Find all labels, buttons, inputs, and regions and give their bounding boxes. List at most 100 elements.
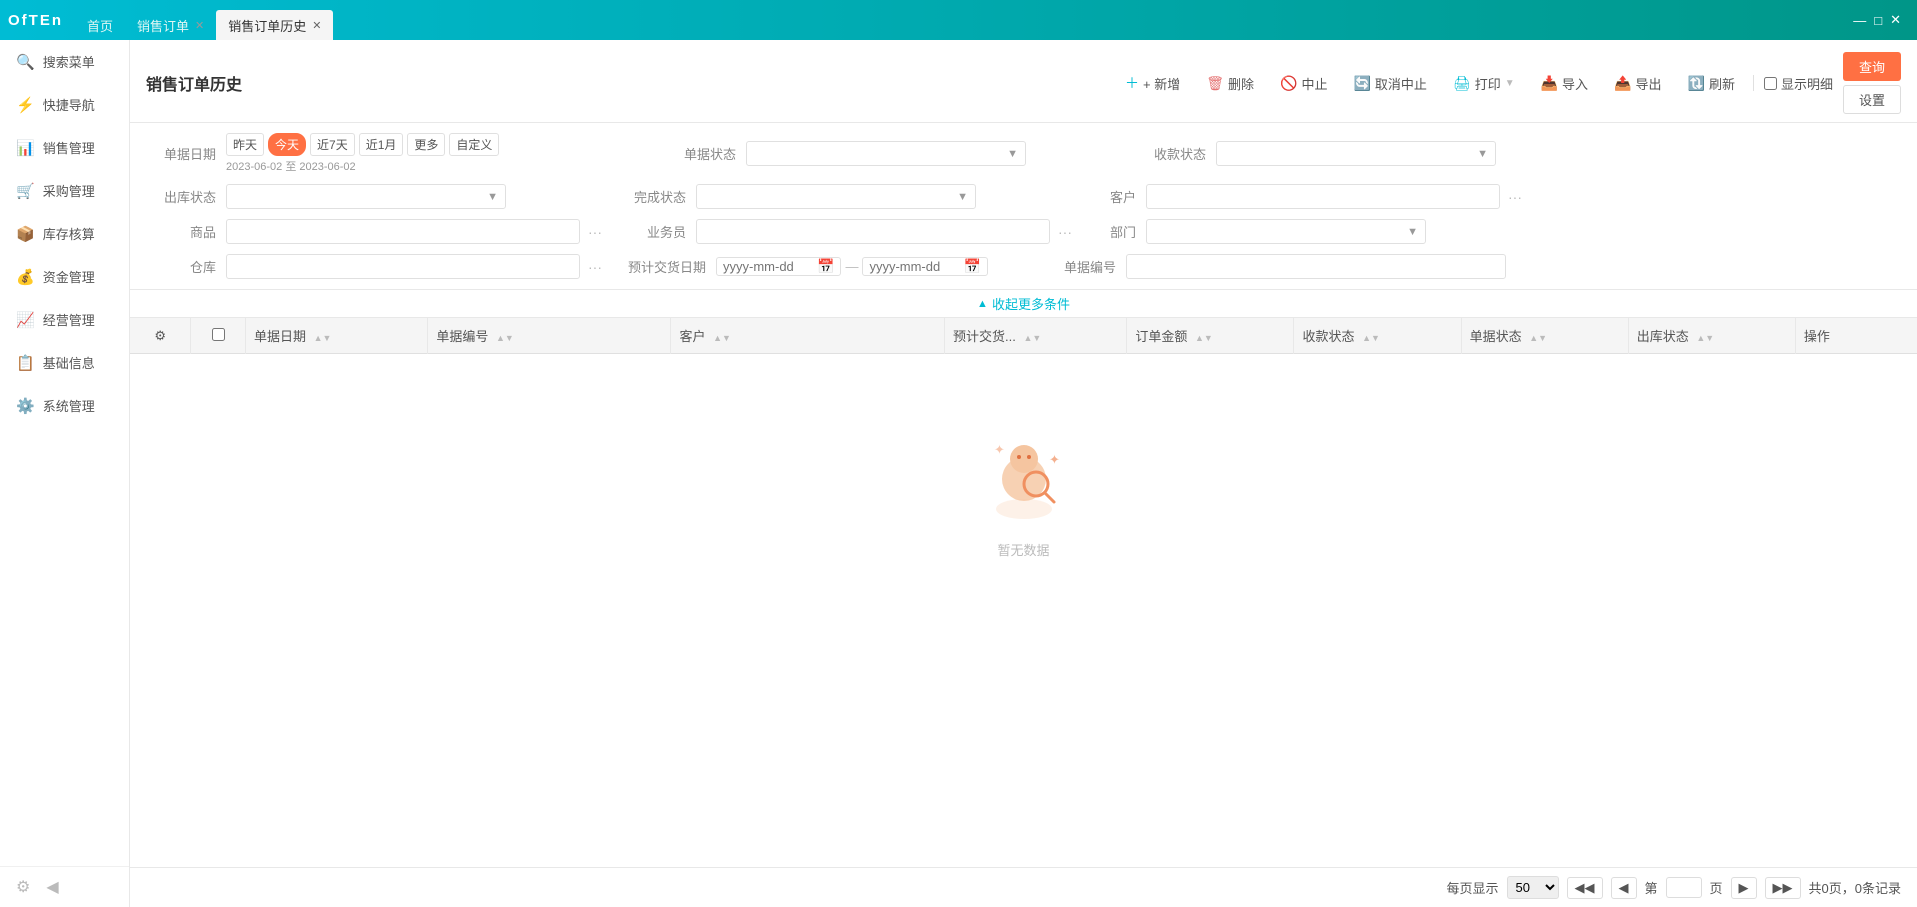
expected-date-start-input[interactable] <box>723 259 813 274</box>
print-button[interactable]: 🖨 打印 ▼ <box>1445 70 1523 97</box>
stop-button[interactable]: 🚫 中止 <box>1272 70 1335 97</box>
page-title: 销售订单历史 <box>146 71 242 95</box>
date-yesterday-btn[interactable]: 昨天 <box>226 133 264 156</box>
payment-select[interactable] <box>1216 141 1496 166</box>
tab-home[interactable]: 首页 <box>75 10 125 40</box>
tab-sales-order-history[interactable]: 销售订单历史 ✕ <box>216 10 333 40</box>
goods-ellipsis-icon[interactable]: ··· <box>584 224 606 240</box>
cancel-stop-button[interactable]: 🔄 取消中止 <box>1345 70 1434 97</box>
refresh-icon: 🔃 <box>1688 75 1705 92</box>
query-button[interactable]: 查询 <box>1843 52 1901 81</box>
tab-sales-order[interactable]: 销售订单 ✕ <box>125 10 216 40</box>
minimize-icon[interactable]: — <box>1853 13 1866 28</box>
select-all-checkbox[interactable] <box>212 328 225 341</box>
table-body: ✦ ✦ 暂无数据 <box>130 354 1917 640</box>
th-order-amount[interactable]: 订单金额 ▲▼ <box>1127 318 1294 354</box>
show-detail-label[interactable]: 显示明细 <box>1764 74 1833 93</box>
customer-input[interactable] <box>1146 184 1500 209</box>
settings-gear-icon[interactable]: ⚙ <box>154 328 166 343</box>
per-page-select[interactable]: 10 20 50 100 <box>1507 876 1559 899</box>
sidebar-item-system-mgmt-label: 系统管理 <box>43 396 95 415</box>
warehouse-ellipsis-icon[interactable]: ··· <box>584 259 606 275</box>
sidebar-item-inventory-check[interactable]: 📦 库存核算 <box>0 212 129 255</box>
th-payment-status[interactable]: 收款状态 ▲▼ <box>1294 318 1461 354</box>
complete-select[interactable] <box>696 184 976 209</box>
dept-dropdown[interactable]: ▼ <box>1146 219 1426 244</box>
table-wrapper: ⚙ 单据日期 ▲▼ 单据编号 ▲▼ <box>130 318 1917 867</box>
th-out-status[interactable]: 出库状态 ▲▼ <box>1628 318 1795 354</box>
date-7days-btn[interactable]: 近7天 <box>310 133 355 156</box>
payment-dropdown[interactable]: ▼ <box>1216 141 1496 166</box>
out-status-dropdown[interactable]: ▼ <box>226 184 506 209</box>
sidebar-item-quick-nav[interactable]: ⚡ 快捷导航 <box>0 83 129 126</box>
th-order-amount-sort-icon: ▲▼ <box>1195 333 1213 343</box>
tab-sales-order-close[interactable]: ✕ <box>195 19 204 32</box>
sidebar-collapse-icon[interactable]: ◀ <box>46 877 58 897</box>
dept-select[interactable] <box>1146 219 1426 244</box>
sidebar-item-sales-mgmt[interactable]: 📊 销售管理 <box>0 126 129 169</box>
status-dropdown[interactable]: ▼ <box>746 141 1026 166</box>
sidebar-settings-icon[interactable]: ⚙ <box>16 877 30 897</box>
salesperson-input[interactable] <box>696 219 1050 244</box>
customer-ellipsis-icon[interactable]: ··· <box>1504 189 1526 205</box>
prev-page-button[interactable]: ◀ <box>1611 877 1637 899</box>
date-filter-control: 昨天 今天 近7天 近1月 更多 自定义 2023-06-02 至 2023-0… <box>226 133 656 174</box>
import-button[interactable]: 📥 导入 <box>1533 70 1596 97</box>
doc-number-input[interactable] <box>1126 254 1506 279</box>
expected-date-end-input[interactable] <box>869 259 959 274</box>
next-page-button[interactable]: ▶ <box>1731 877 1757 899</box>
query-setting-group: 查询 设置 <box>1843 52 1901 114</box>
close-window-icon[interactable]: ✕ <box>1890 12 1901 28</box>
sidebar-item-operations-mgmt[interactable]: 📈 经营管理 <box>0 298 129 341</box>
goods-input[interactable] <box>226 219 580 244</box>
show-detail-checkbox[interactable] <box>1764 77 1777 90</box>
th-doc-number[interactable]: 单据编号 ▲▼ <box>428 318 671 354</box>
date-today-btn[interactable]: 今天 <box>268 133 306 156</box>
th-doc-status[interactable]: 单据状态 ▲▼ <box>1461 318 1628 354</box>
export-icon: 📤 <box>1614 75 1631 92</box>
export-button[interactable]: 📤 导出 <box>1606 70 1669 97</box>
sidebar-item-purchase-mgmt[interactable]: 🛒 采购管理 <box>0 169 129 212</box>
page-number-input[interactable]: 1 <box>1666 877 1702 898</box>
dept-label: 部门 <box>1096 222 1146 241</box>
refresh-button[interactable]: 🔃 刷新 <box>1680 70 1743 97</box>
first-page-button[interactable]: ◀◀ <box>1567 877 1603 899</box>
tab-sales-order-history-close[interactable]: ✕ <box>312 19 321 32</box>
date-custom-btn[interactable]: 自定义 <box>449 133 499 156</box>
th-doc-date[interactable]: 单据日期 ▲▼ <box>245 318 427 354</box>
maximize-icon[interactable]: □ <box>1874 13 1882 28</box>
empty-state: ✦ ✦ 暂无数据 <box>130 354 1917 639</box>
calendar-end-icon[interactable]: 📅 <box>963 258 980 275</box>
th-customer[interactable]: 客户 ▲▼ <box>671 318 945 354</box>
warehouse-input[interactable] <box>226 254 580 279</box>
th-settings[interactable]: ⚙ <box>130 318 191 354</box>
salesperson-ellipsis-icon[interactable]: ··· <box>1054 224 1076 240</box>
sidebar-item-basic-info[interactable]: 📋 基础信息 <box>0 341 129 384</box>
page-header: 销售订单历史 ＋ + 新增 🗑 删除 🚫 中止 🔄 取消中止 <box>130 40 1917 123</box>
th-out-status-label: 出库状态 <box>1637 329 1689 344</box>
sidebar-item-capital-mgmt[interactable]: 💰 资金管理 <box>0 255 129 298</box>
sidebar-item-system-mgmt[interactable]: ⚙️ 系统管理 <box>0 384 129 427</box>
collapse-bar[interactable]: ▲ 收起更多条件 <box>130 290 1917 318</box>
sidebar-item-basic-info-label: 基础信息 <box>43 353 95 372</box>
new-icon: ＋ <box>1125 73 1139 93</box>
sidebar-item-search-menu[interactable]: 🔍 搜索菜单 <box>0 40 129 83</box>
out-status-select[interactable] <box>226 184 506 209</box>
search-menu-icon: 🔍 <box>16 53 35 71</box>
empty-state-row: ✦ ✦ 暂无数据 <box>130 354 1917 640</box>
new-button[interactable]: ＋ + 新增 <box>1117 69 1188 97</box>
complete-dropdown[interactable]: ▼ <box>696 184 976 209</box>
calendar-start-icon[interactable]: 📅 <box>817 258 834 275</box>
th-checkbox[interactable] <box>191 318 246 354</box>
last-page-button[interactable]: ▶▶ <box>1765 877 1801 899</box>
sidebar-item-capital-mgmt-label: 资金管理 <box>43 267 95 286</box>
setting-button[interactable]: 设置 <box>1843 85 1901 114</box>
status-select[interactable] <box>746 141 1026 166</box>
status-filter-label: 单据状态 <box>676 144 746 163</box>
date-more-btn[interactable]: 更多 <box>407 133 445 156</box>
filter-row-4: 仓库 ··· 预计交货日期 📅 — 📅 <box>146 254 1901 279</box>
date-1month-btn[interactable]: 近1月 <box>359 133 404 156</box>
data-table: ⚙ 单据日期 ▲▼ 单据编号 ▲▼ <box>130 318 1917 639</box>
th-expected-date[interactable]: 预计交货... ▲▼ <box>944 318 1126 354</box>
delete-button[interactable]: 🗑 删除 <box>1198 70 1262 97</box>
